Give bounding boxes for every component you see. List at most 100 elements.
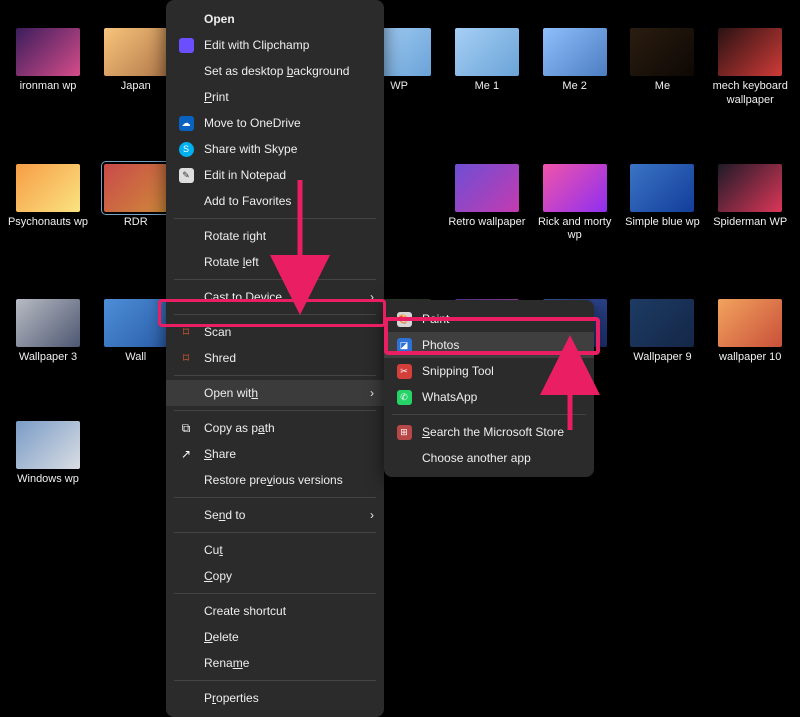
file-label: Japan [121, 80, 151, 94]
file-label: mech keyboard wallpaper [708, 80, 792, 108]
file-thumbnail [104, 299, 168, 347]
menu-share[interactable]: ↗Share [166, 441, 384, 467]
file-item[interactable]: ironman wp [6, 28, 90, 136]
separator [174, 532, 376, 533]
file-item[interactable] [708, 421, 792, 515]
menu-delete[interactable]: Delete [166, 624, 384, 650]
file-label: RDR [124, 216, 148, 230]
ms-store-icon: ⊞ [396, 424, 412, 440]
menu-send-to[interactable]: Send to› [166, 502, 384, 528]
menu-open[interactable]: Open [166, 6, 384, 32]
menu-cast-to-device[interactable]: Cast to Device› [166, 284, 384, 310]
file-label: Wallpaper 3 [19, 351, 77, 365]
menu-rename[interactable]: Rename [166, 650, 384, 676]
file-label: Simple blue wp [625, 216, 700, 230]
menu-share-skype[interactable]: SShare with Skype [166, 136, 384, 162]
separator [174, 218, 376, 219]
submenu-choose-another-app[interactable]: Choose another app [384, 445, 594, 471]
menu-create-shortcut[interactable]: Create shortcut [166, 598, 384, 624]
file-item[interactable]: Wallpaper 3 [6, 299, 90, 393]
file-thumbnail [455, 28, 519, 76]
file-thumbnail [104, 164, 168, 212]
submenu-photos[interactable]: ◪Photos [384, 332, 594, 358]
file-item[interactable]: Windows wp [6, 421, 90, 515]
separator [392, 414, 586, 415]
file-item[interactable]: wallpaper 10 [708, 299, 792, 393]
menu-shred[interactable]: ⌑Shred [166, 345, 384, 371]
menu-move-onedrive[interactable]: ☁Move to OneDrive [166, 110, 384, 136]
file-item[interactable] [620, 421, 704, 515]
menu-add-favorites[interactable]: Add to Favorites [166, 188, 384, 214]
separator [174, 375, 376, 376]
menu-edit-notepad[interactable]: ✎Edit in Notepad [166, 162, 384, 188]
file-label: WP [390, 80, 408, 94]
file-item[interactable]: Simple blue wp [620, 164, 704, 272]
scan-icon: ⌑ [178, 324, 194, 340]
submenu-whatsapp[interactable]: ✆WhatsApp [384, 384, 594, 410]
paint-icon: 🎨 [396, 311, 412, 327]
share-icon: ↗ [178, 446, 194, 462]
shred-icon: ⌑ [178, 350, 194, 366]
separator [174, 410, 376, 411]
snipping-tool-icon: ✂ [396, 363, 412, 379]
file-item[interactable]: Wallpaper 9 [620, 299, 704, 393]
menu-properties[interactable]: Properties [166, 685, 384, 711]
file-thumbnail [543, 164, 607, 212]
submenu-paint[interactable]: 🎨Paint [384, 306, 594, 332]
clipchamp-icon [178, 37, 194, 53]
file-label: Me 2 [562, 80, 586, 94]
chevron-right-icon: › [370, 386, 374, 400]
file-item[interactable]: Spiderman WP [708, 164, 792, 272]
notepad-icon: ✎ [178, 167, 194, 183]
menu-open-with[interactable]: Open with› [166, 380, 384, 406]
file-thumbnail [16, 164, 80, 212]
skype-icon: S [178, 141, 194, 157]
file-label: Psychonauts wp [8, 216, 88, 230]
separator [174, 314, 376, 315]
separator [174, 279, 376, 280]
file-thumbnail [630, 164, 694, 212]
file-item[interactable]: mech keyboard wallpaper [708, 28, 792, 136]
file-item[interactable]: Me 1 [445, 28, 529, 136]
file-thumbnail [630, 28, 694, 76]
file-label: Rick and morty wp [533, 216, 617, 244]
file-thumbnail [543, 28, 607, 76]
menu-copy-as-path[interactable]: ⧉Copy as path [166, 415, 384, 441]
separator [174, 497, 376, 498]
file-item[interactable]: Rick and morty wp [533, 164, 617, 272]
menu-scan[interactable]: ⌑Scan [166, 319, 384, 345]
file-item[interactable]: Psychonauts wp [6, 164, 90, 272]
file-thumbnail [16, 299, 80, 347]
file-label: Retro wallpaper [448, 216, 525, 230]
separator [174, 593, 376, 594]
submenu-snipping-tool[interactable]: ✂Snipping Tool [384, 358, 594, 384]
file-label: Me [655, 80, 670, 94]
open-with-submenu: 🎨Paint ◪Photos ✂Snipping Tool ✆WhatsApp … [384, 300, 594, 477]
file-item[interactable]: Retro wallpaper [445, 164, 529, 272]
menu-rotate-right[interactable]: Rotate right [166, 223, 384, 249]
context-menu: Open Edit with Clipchamp Set as desktop … [166, 0, 384, 717]
menu-print[interactable]: Print [166, 84, 384, 110]
file-label: ironman wp [20, 80, 77, 94]
file-label: Spiderman WP [713, 216, 787, 230]
menu-cut[interactable]: Cut [166, 537, 384, 563]
copy-path-icon: ⧉ [178, 420, 194, 436]
menu-rotate-left[interactable]: Rotate left [166, 249, 384, 275]
file-thumbnail [718, 299, 782, 347]
file-label: Me 1 [475, 80, 499, 94]
file-thumbnail [718, 28, 782, 76]
menu-set-desktop-background[interactable]: Set as desktop background [166, 58, 384, 84]
menu-edit-clipchamp[interactable]: Edit with Clipchamp [166, 32, 384, 58]
chevron-right-icon: › [370, 508, 374, 522]
file-label: wallpaper 10 [719, 351, 781, 365]
whatsapp-icon: ✆ [396, 389, 412, 405]
menu-restore-previous-versions[interactable]: Restore previous versions [166, 467, 384, 493]
file-thumbnail [16, 28, 80, 76]
menu-copy[interactable]: Copy [166, 563, 384, 589]
file-thumbnail [455, 164, 519, 212]
file-item[interactable]: Me 2 [533, 28, 617, 136]
photos-icon: ◪ [396, 337, 412, 353]
file-thumbnail [104, 28, 168, 76]
file-item[interactable]: Me [620, 28, 704, 136]
submenu-search-store[interactable]: ⊞Search the Microsoft Store [384, 419, 594, 445]
